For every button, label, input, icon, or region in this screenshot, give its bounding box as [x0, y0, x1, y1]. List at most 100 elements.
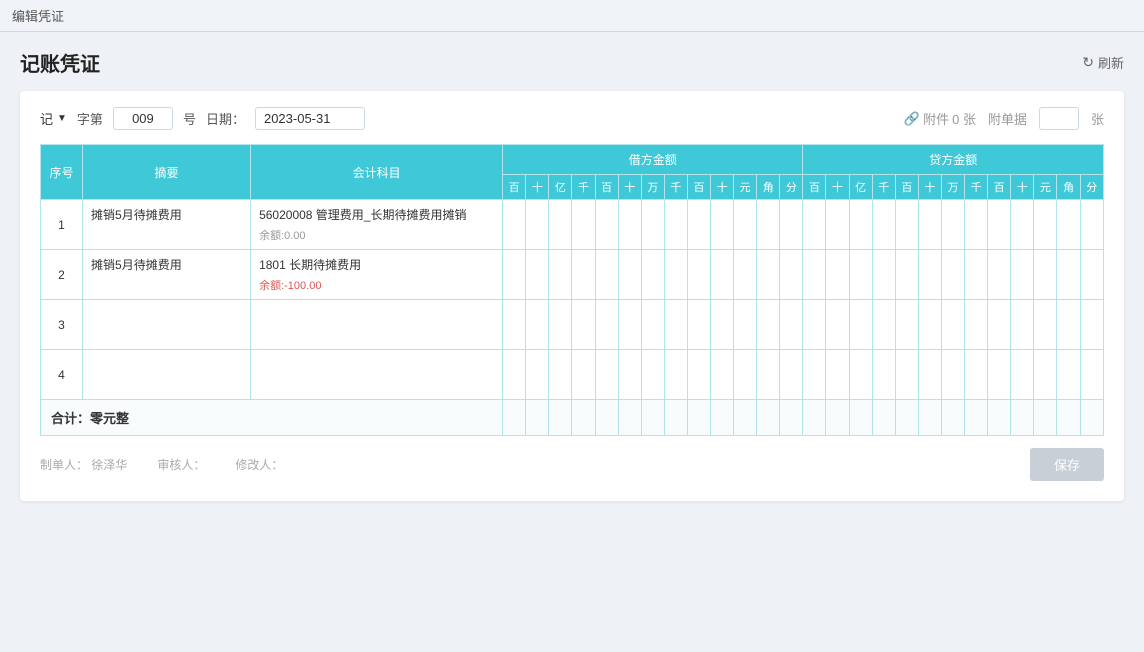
row4-credit-col3[interactable] [849, 350, 872, 400]
row2-debit-col7[interactable] [641, 250, 664, 300]
row2-credit-col5[interactable] [895, 250, 918, 300]
voucher-type-dropdown[interactable]: ▼ [57, 113, 67, 124]
row1-credit-col2[interactable] [826, 200, 849, 250]
row3-debit-col9[interactable] [687, 300, 710, 350]
row3-credit-col9[interactable] [988, 300, 1011, 350]
row4-credit-col13[interactable] [1080, 350, 1103, 400]
row2-credit-col2[interactable] [826, 250, 849, 300]
row1-credit-col3[interactable] [849, 200, 872, 250]
row1-credit-col4[interactable] [872, 200, 895, 250]
row2-debit-col12[interactable] [757, 250, 780, 300]
row3-credit-col1[interactable] [803, 300, 826, 350]
row3-credit-col7[interactable] [941, 300, 964, 350]
row4-credit-col5[interactable] [895, 350, 918, 400]
row2-debit-col6[interactable] [618, 250, 641, 300]
row1-credit-col9[interactable] [988, 200, 1011, 250]
row2-debit-col1[interactable] [503, 250, 526, 300]
summary-cell-1[interactable]: 摊销5月待摊费用 [83, 200, 251, 250]
row4-debit-col5[interactable] [595, 350, 618, 400]
summary-cell-4[interactable] [83, 350, 251, 400]
row4-debit-col12[interactable] [757, 350, 780, 400]
row3-debit-col8[interactable] [664, 300, 687, 350]
row1-debit-col13[interactable] [780, 200, 803, 250]
row2-debit-col10[interactable] [711, 250, 734, 300]
row2-credit-col8[interactable] [965, 250, 988, 300]
row2-credit-col1[interactable] [803, 250, 826, 300]
row1-debit-col10[interactable] [711, 200, 734, 250]
row2-credit-col3[interactable] [849, 250, 872, 300]
summary-cell-3[interactable] [83, 300, 251, 350]
row4-debit-col6[interactable] [618, 350, 641, 400]
row1-debit-col6[interactable] [618, 200, 641, 250]
row2-credit-col6[interactable] [918, 250, 941, 300]
account-cell-2[interactable]: 1801 长期待摊费用余额:-100.00 [251, 250, 503, 300]
account-cell-1[interactable]: 56020008 管理费用_长期待摊费用摊销余额:0.00 [251, 200, 503, 250]
date-input[interactable] [255, 107, 365, 130]
row1-credit-col7[interactable] [941, 200, 964, 250]
row1-debit-col2[interactable] [526, 200, 549, 250]
row1-debit-col9[interactable] [687, 200, 710, 250]
row2-debit-col5[interactable] [595, 250, 618, 300]
row1-credit-col1[interactable] [803, 200, 826, 250]
row3-debit-col1[interactable] [503, 300, 526, 350]
row3-credit-col12[interactable] [1057, 300, 1080, 350]
row4-credit-col1[interactable] [803, 350, 826, 400]
row2-credit-col10[interactable] [1011, 250, 1034, 300]
row3-debit-col7[interactable] [641, 300, 664, 350]
row2-debit-col3[interactable] [549, 250, 572, 300]
row2-credit-col7[interactable] [941, 250, 964, 300]
row3-debit-col13[interactable] [780, 300, 803, 350]
row2-debit-col9[interactable] [687, 250, 710, 300]
row4-credit-col12[interactable] [1057, 350, 1080, 400]
row4-credit-col2[interactable] [826, 350, 849, 400]
summary-cell-2[interactable]: 摊销5月待摊费用 [83, 250, 251, 300]
row4-debit-col7[interactable] [641, 350, 664, 400]
row1-credit-col8[interactable] [965, 200, 988, 250]
row3-debit-col5[interactable] [595, 300, 618, 350]
row4-credit-col7[interactable] [941, 350, 964, 400]
row4-debit-col10[interactable] [711, 350, 734, 400]
row3-debit-col11[interactable] [734, 300, 757, 350]
row2-debit-col4[interactable] [572, 250, 595, 300]
row3-debit-col3[interactable] [549, 300, 572, 350]
row4-debit-col4[interactable] [572, 350, 595, 400]
voucher-number-input[interactable] [113, 107, 173, 130]
row3-debit-col4[interactable] [572, 300, 595, 350]
row3-credit-col6[interactable] [918, 300, 941, 350]
row1-credit-col10[interactable] [1011, 200, 1034, 250]
row3-credit-col10[interactable] [1011, 300, 1034, 350]
row2-credit-col4[interactable] [872, 250, 895, 300]
row1-debit-col7[interactable] [641, 200, 664, 250]
row2-credit-col13[interactable] [1080, 250, 1103, 300]
row1-debit-col1[interactable] [503, 200, 526, 250]
row3-credit-col5[interactable] [895, 300, 918, 350]
account-cell-4[interactable] [251, 350, 503, 400]
row1-credit-col12[interactable] [1057, 200, 1080, 250]
row3-credit-col11[interactable] [1034, 300, 1057, 350]
row1-credit-col5[interactable] [895, 200, 918, 250]
row4-debit-col13[interactable] [780, 350, 803, 400]
row3-credit-col3[interactable] [849, 300, 872, 350]
row1-credit-col11[interactable] [1034, 200, 1057, 250]
row4-debit-col2[interactable] [526, 350, 549, 400]
row2-debit-col2[interactable] [526, 250, 549, 300]
row1-debit-col3[interactable] [549, 200, 572, 250]
row4-debit-col11[interactable] [734, 350, 757, 400]
row4-credit-col8[interactable] [965, 350, 988, 400]
row2-debit-col13[interactable] [780, 250, 803, 300]
row3-credit-col2[interactable] [826, 300, 849, 350]
row1-credit-col13[interactable] [1080, 200, 1103, 250]
row2-credit-col11[interactable] [1034, 250, 1057, 300]
row4-credit-col11[interactable] [1034, 350, 1057, 400]
row4-credit-col10[interactable] [1011, 350, 1034, 400]
row1-debit-col8[interactable] [664, 200, 687, 250]
row3-debit-col10[interactable] [711, 300, 734, 350]
row3-credit-col13[interactable] [1080, 300, 1103, 350]
save-button[interactable]: 保存 [1030, 448, 1104, 481]
row3-debit-col6[interactable] [618, 300, 641, 350]
row4-credit-col9[interactable] [988, 350, 1011, 400]
row4-debit-col8[interactable] [664, 350, 687, 400]
row3-credit-col8[interactable] [965, 300, 988, 350]
row2-credit-col12[interactable] [1057, 250, 1080, 300]
refresh-button[interactable]: ↻ 刷新 [1082, 53, 1124, 72]
